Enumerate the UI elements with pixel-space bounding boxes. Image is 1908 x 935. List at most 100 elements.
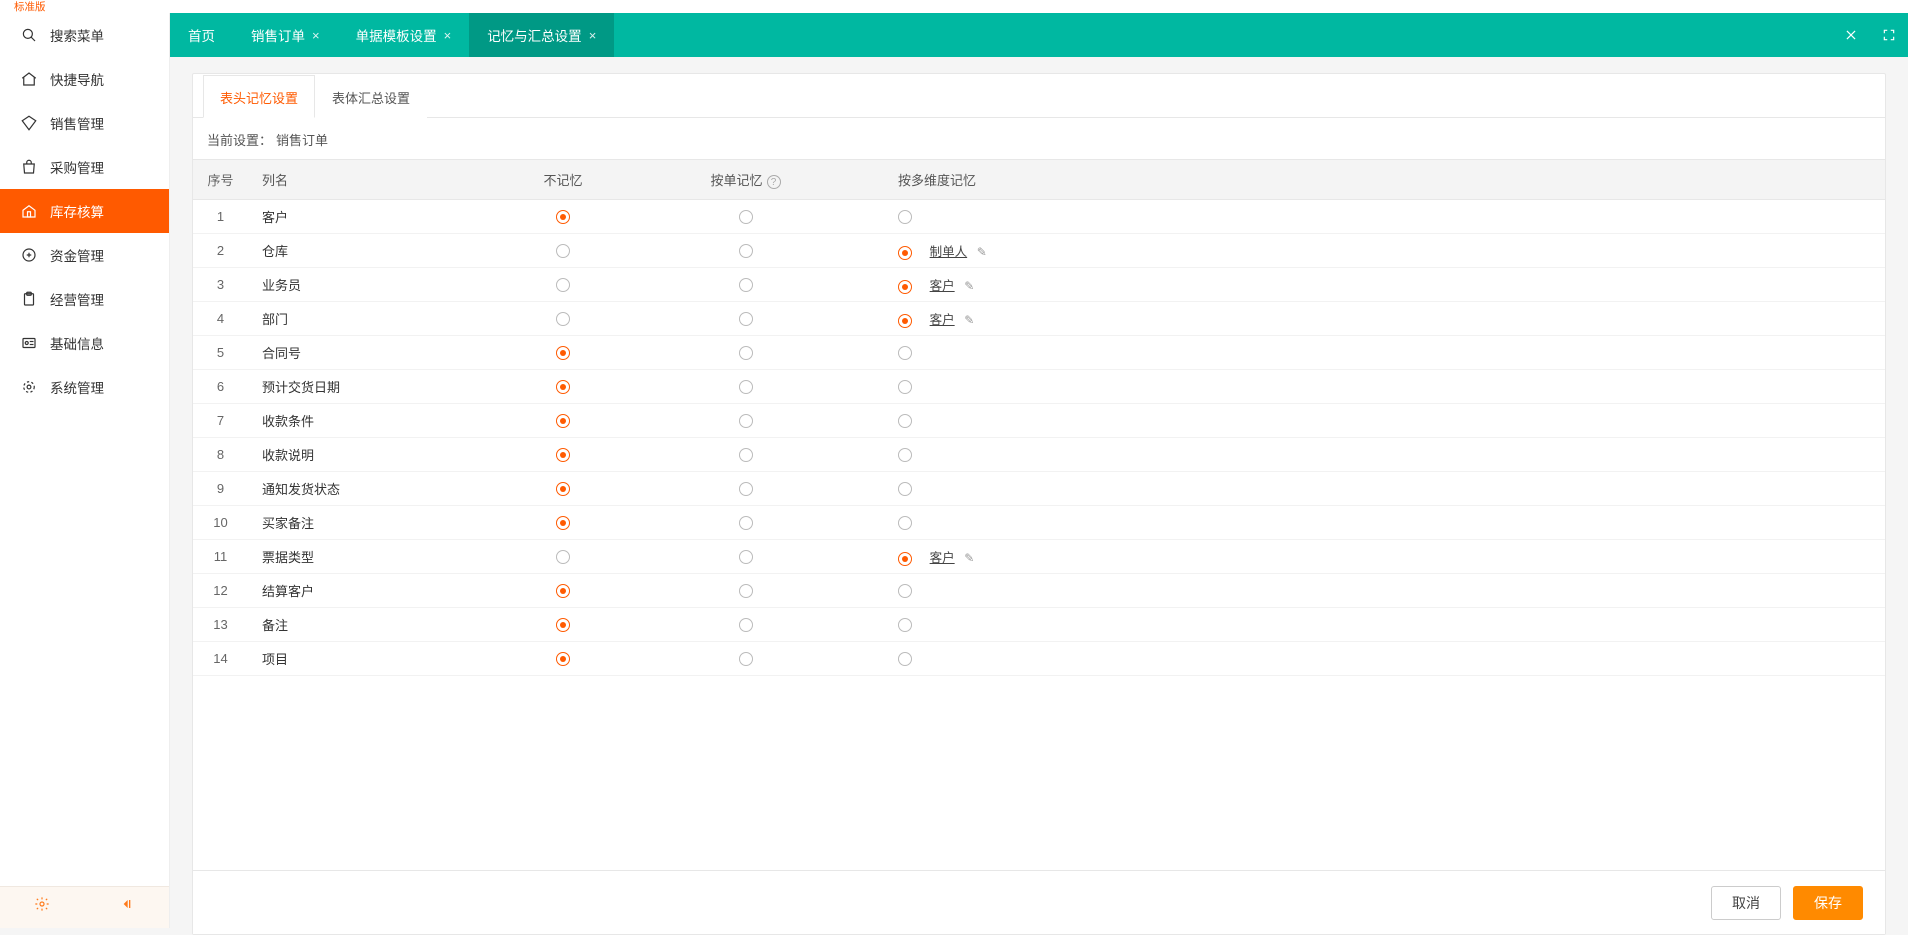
radio-nomem[interactable] <box>556 346 570 360</box>
radio-bydim[interactable] <box>898 210 912 224</box>
tab-close-icon[interactable]: × <box>312 28 320 43</box>
radio-bydim[interactable] <box>898 346 912 360</box>
dim-link[interactable]: 客户 <box>930 551 955 565</box>
radio-nomem[interactable] <box>556 550 570 564</box>
clipboard-icon <box>20 290 38 308</box>
col-header-colname: 列名 <box>248 160 478 200</box>
sidebar-item-quick-nav[interactable]: 快捷导航 <box>0 57 169 101</box>
radio-bybill[interactable] <box>739 346 753 360</box>
help-icon[interactable]: ? <box>767 175 781 189</box>
subtab-row: 表头记忆设置表体汇总设置 <box>193 74 1885 118</box>
radio-bybill[interactable] <box>739 244 753 258</box>
sidebar-item-label: 采购管理 <box>50 157 104 177</box>
radio-bydim[interactable] <box>898 618 912 632</box>
radio-bybill[interactable] <box>739 516 753 530</box>
coin-icon <box>20 246 38 264</box>
tab-0[interactable]: 首页 <box>170 13 233 57</box>
dim-link[interactable]: 制单人 <box>930 245 968 259</box>
radio-nomem[interactable] <box>556 210 570 224</box>
radio-nomem[interactable] <box>556 312 570 326</box>
radio-bybill[interactable] <box>739 448 753 462</box>
table-row: 2 仓库 制单人 ✎ <box>193 234 1885 268</box>
subtab-0[interactable]: 表头记忆设置 <box>203 75 315 118</box>
save-button[interactable]: 保存 <box>1793 886 1863 920</box>
radio-bybill[interactable] <box>739 652 753 666</box>
radio-nomem[interactable] <box>556 652 570 666</box>
radio-bybill[interactable] <box>739 482 753 496</box>
table-row: 6 预计交货日期 <box>193 370 1885 404</box>
radio-nomem[interactable] <box>556 516 570 530</box>
table-row: 5 合同号 <box>193 336 1885 370</box>
radio-bybill[interactable] <box>739 210 753 224</box>
house-icon <box>20 202 38 220</box>
sidebar-item-label: 搜索菜单 <box>50 25 104 45</box>
tab-2[interactable]: 单据模板设置× <box>338 13 470 57</box>
diamond-icon <box>20 114 38 132</box>
radio-nomem[interactable] <box>556 414 570 428</box>
sidebar-item-inventory-costing[interactable]: 库存核算 <box>0 189 169 233</box>
sidebar-item-label: 基础信息 <box>50 333 104 353</box>
radio-nomem[interactable] <box>556 482 570 496</box>
radio-bybill[interactable] <box>739 414 753 428</box>
dim-link[interactable]: 客户 <box>930 279 955 293</box>
table-row: 3 业务员 客户 ✎ <box>193 268 1885 302</box>
table-row: 8 收款说明 <box>193 438 1885 472</box>
radio-nomem[interactable] <box>556 618 570 632</box>
sidebar-item-label: 经营管理 <box>50 289 104 309</box>
radio-nomem[interactable] <box>556 380 570 394</box>
sidebar-item-sales-mgmt[interactable]: 销售管理 <box>0 101 169 145</box>
sidebar-item-purchase-mgmt[interactable]: 采购管理 <box>0 145 169 189</box>
gear-dashed-icon <box>20 378 38 396</box>
dim-link[interactable]: 客户 <box>930 313 955 327</box>
tab-1[interactable]: 销售订单× <box>233 13 338 57</box>
sidebar-item-basic-info[interactable]: 基础信息 <box>0 321 169 365</box>
radio-nomem[interactable] <box>556 244 570 258</box>
sidebar-collapse-button[interactable] <box>85 887 170 921</box>
sidebar-item-label: 库存核算 <box>50 201 104 221</box>
table-row: 12 结算客户 <box>193 574 1885 608</box>
table-row: 11 票据类型 客户 ✎ <box>193 540 1885 574</box>
fullscreen-button[interactable] <box>1870 13 1908 57</box>
radio-bydim[interactable] <box>898 246 912 260</box>
tab-close-icon[interactable]: × <box>589 28 597 43</box>
sidebar-item-label: 快捷导航 <box>50 69 104 89</box>
radio-nomem[interactable] <box>556 278 570 292</box>
edit-icon[interactable]: ✎ <box>964 313 974 327</box>
radio-bydim[interactable] <box>898 516 912 530</box>
radio-bydim[interactable] <box>898 584 912 598</box>
radio-bydim[interactable] <box>898 314 912 328</box>
radio-bybill[interactable] <box>739 584 753 598</box>
radio-bybill[interactable] <box>739 550 753 564</box>
tab-close-icon[interactable]: × <box>444 28 452 43</box>
radio-bydim[interactable] <box>898 380 912 394</box>
sidebar-item-funds-mgmt[interactable]: 资金管理 <box>0 233 169 277</box>
radio-bydim[interactable] <box>898 552 912 566</box>
edit-icon[interactable]: ✎ <box>964 551 974 565</box>
radio-bydim[interactable] <box>898 482 912 496</box>
sidebar-item-search-menu[interactable]: 搜索菜单 <box>0 13 169 57</box>
subtab-1[interactable]: 表体汇总设置 <box>315 75 427 118</box>
radio-nomem[interactable] <box>556 448 570 462</box>
radio-bydim[interactable] <box>898 280 912 294</box>
radio-bybill[interactable] <box>739 380 753 394</box>
tab-3[interactable]: 记忆与汇总设置× <box>469 13 614 57</box>
radio-bybill[interactable] <box>739 278 753 292</box>
radio-bybill[interactable] <box>739 312 753 326</box>
sidebar-settings-button[interactable] <box>0 887 85 921</box>
radio-nomem[interactable] <box>556 584 570 598</box>
radio-bybill[interactable] <box>739 618 753 632</box>
col-header-index: 序号 <box>193 160 248 200</box>
edit-icon[interactable]: ✎ <box>977 245 987 259</box>
radio-bydim[interactable] <box>898 448 912 462</box>
close-all-tabs-button[interactable] <box>1832 13 1870 57</box>
memory-settings-table: 序号 列名 不记忆 按单记忆? 按多维度记忆 1 客户 2 仓库 制单人 <box>193 160 1885 676</box>
sidebar-item-system-mgmt[interactable]: 系统管理 <box>0 365 169 409</box>
radio-bydim[interactable] <box>898 652 912 666</box>
radio-bydim[interactable] <box>898 414 912 428</box>
edit-icon[interactable]: ✎ <box>964 279 974 293</box>
table-row: 7 收款条件 <box>193 404 1885 438</box>
col-header-bydim: 按多维度记忆 <box>843 160 1885 200</box>
edition-badge: 标准版 <box>14 0 46 14</box>
cancel-button[interactable]: 取消 <box>1711 886 1781 920</box>
sidebar-item-operating-mgmt[interactable]: 经营管理 <box>0 277 169 321</box>
